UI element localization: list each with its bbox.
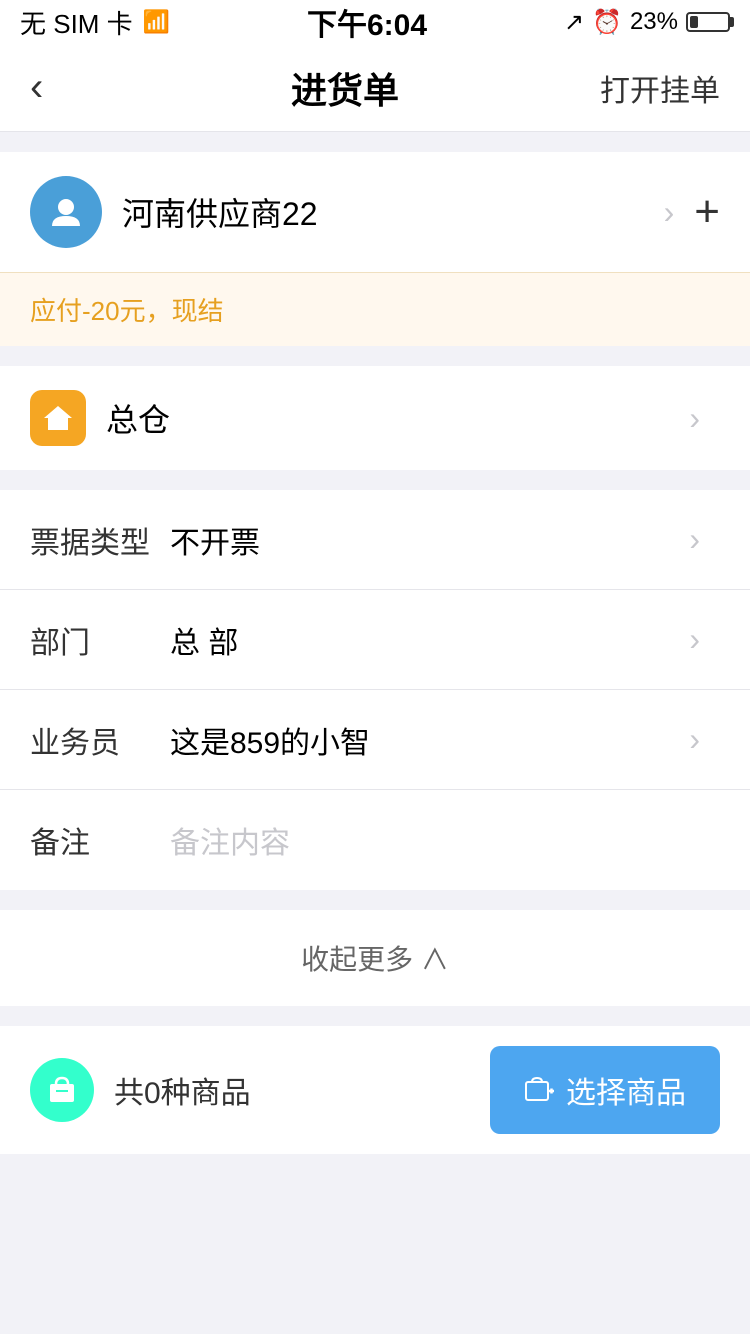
remarks-label: 备注 [30,818,170,862]
department-row[interactable]: 部门 总 部 › [0,590,750,690]
salesperson-value: 这是859的小智 [170,718,689,762]
top-divider [0,132,750,152]
bottom-action-bar: 共0种商品 选择商品 [0,1026,750,1154]
supplier-avatar [30,176,102,248]
department-chevron-icon: › [689,621,700,658]
supplier-section: 河南供应商22 › + 应付-20元，现结 [0,152,750,346]
status-bar: 无 SIM 卡 📶 下午6:04 ↗ ⏰ 23% [0,0,750,44]
person-icon [48,194,84,230]
salesperson-chevron-icon: › [689,721,700,758]
status-time: 下午6:04 [307,0,427,44]
invoice-type-row[interactable]: 票据类型 不开票 › [0,490,750,590]
remarks-row[interactable]: 备注 备注内容 [0,790,750,890]
department-label: 部门 [30,618,170,662]
no-sim-label: 无 SIM 卡 [20,4,133,41]
alarm-icon: ⏰ [592,8,622,37]
salesperson-row[interactable]: 业务员 这是859的小智 › [0,690,750,790]
location-icon: ↗ [564,8,584,37]
invoice-type-label: 票据类型 [30,518,170,562]
nav-bar: ‹ 进货单 打开挂单 [0,44,750,132]
supplier-row[interactable]: 河南供应商22 › + [0,152,750,272]
remarks-placeholder[interactable]: 备注内容 [170,818,720,862]
notice-banner: 应付-20元，现结 [0,272,750,346]
invoice-type-value: 不开票 [170,518,689,562]
collapse-section[interactable]: 收起更多 ∧ [0,910,750,1006]
battery-label: 23% [630,8,678,36]
warehouse-chevron-icon: › [689,400,700,437]
department-value: 总 部 [170,618,689,662]
supplier-name: 河南供应商22 [122,189,664,235]
supplier-chevron-icon: › [664,194,675,231]
product-count-label: 共0种商品 [114,1068,470,1112]
back-icon: ‹ [30,65,43,110]
salesperson-label: 业务员 [30,718,170,762]
add-button[interactable]: + [694,187,720,237]
invoice-type-chevron-icon: › [689,521,700,558]
battery-icon [686,12,730,32]
status-right: ↗ ⏰ 23% [564,8,730,37]
select-product-icon [524,1076,556,1104]
shopping-bag-icon [44,1072,80,1108]
page-title: 进货单 [291,62,399,114]
open-pending-button[interactable]: 打开挂单 [600,66,720,110]
product-count-icon [30,1058,94,1122]
warehouse-section: 总仓 › [0,366,750,470]
home-icon [42,402,74,434]
select-product-button[interactable]: 选择商品 [490,1046,720,1134]
back-button[interactable]: ‹ [30,65,90,110]
select-product-label: 选择商品 [566,1068,686,1112]
collapse-label: 收起更多 ∧ [301,938,449,978]
warehouse-icon [30,390,86,446]
warehouse-row[interactable]: 总仓 › [0,366,750,470]
form-section: 票据类型 不开票 › 部门 总 部 › 业务员 这是859的小智 › 备注 备注… [0,490,750,890]
status-left: 无 SIM 卡 📶 [20,4,170,41]
warehouse-name: 总仓 [106,395,689,441]
wifi-icon: 📶 [143,9,170,35]
